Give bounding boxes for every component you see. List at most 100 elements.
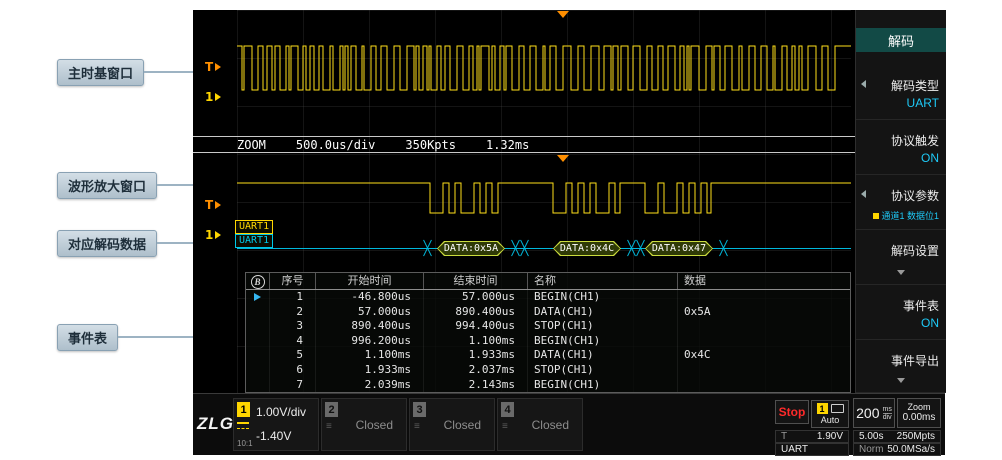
table-row[interactable]: 3 890.400us 994.400us STOP(CH1): [246, 319, 850, 334]
zoom-position-marker[interactable]: [557, 155, 569, 162]
menu-item-protocol-trigger[interactable]: 协议触发 ON: [856, 120, 946, 175]
col-start-time: 开始时间: [316, 273, 424, 289]
row-pointer-cell: [246, 290, 270, 305]
brand-text: ZLG: [197, 414, 234, 433]
bit-transition-icon: [627, 240, 636, 256]
zoom-window-waveform: [237, 176, 851, 220]
channel1-level-marker[interactable]: 1: [205, 90, 221, 104]
record-time: 5.00s: [859, 431, 883, 442]
menu-lines-icon: ≡: [502, 421, 508, 432]
menu-item-event-export[interactable]: 事件导出: [856, 340, 946, 393]
cell-end: 994.400us: [424, 319, 528, 334]
channel2-control[interactable]: 2 ≡ Closed: [321, 398, 407, 451]
zoom-readout-bar: ZOOM 500.0us/div 350Kpts 1.32ms: [193, 136, 855, 153]
callout-label: 波形放大窗口: [57, 172, 157, 199]
cell-start: 996.200us: [316, 334, 424, 349]
cell-data: [678, 290, 850, 305]
decode-frame-text: DATA:0x47: [652, 243, 706, 254]
cell-data: [678, 334, 850, 349]
cell-index: 6: [270, 363, 316, 378]
cell-start: -46.800us: [316, 290, 424, 305]
dropdown-caret-icon: [897, 270, 905, 275]
channel-number: 1: [205, 228, 213, 242]
menu-item-value: 通道1 数据位1: [873, 209, 939, 222]
timebase-value: 200: [856, 405, 879, 421]
menu-item-label: 事件导出: [891, 352, 939, 369]
table-row[interactable]: 6 1.933ms 2.037ms STOP(CH1): [246, 363, 850, 378]
run-state-text: Stop: [779, 405, 806, 419]
waveform-display: T 1 ZOOM 500.0us/div 350Kpts 1.32ms T 1: [193, 10, 855, 393]
bus-b-icon: B: [251, 275, 265, 289]
table-icon-cell: B: [246, 273, 270, 289]
channel4-control[interactable]: 4 ≡ Closed: [497, 398, 583, 451]
cell-name: STOP(CH1): [528, 363, 678, 378]
cell-start: 1.933ms: [316, 363, 424, 378]
right-arrow-icon: [215, 231, 221, 239]
channel3-control[interactable]: 3 ≡ Closed: [409, 398, 495, 451]
decode-soft-menu: 解码 解码类型 UART 协议触发 ON 协议参数 通道1 数据位1 解码设置 …: [855, 10, 946, 393]
cell-name: DATA(CH1): [528, 305, 678, 320]
table-row[interactable]: 4 996.200us 1.100ms BEGIN(CH1): [246, 334, 850, 349]
bit-transition-icon: [423, 240, 432, 256]
cell-data: 0x4C: [678, 348, 850, 363]
cell-index: 2: [270, 305, 316, 320]
zoom-value: 0.00ms: [898, 412, 940, 423]
trigger-level-readout: T 1.90V: [775, 430, 849, 443]
table-row[interactable]: 2 57.000us 890.400us DATA(CH1) 0x5A: [246, 305, 850, 320]
event-table-header: B 序号 开始时间 结束时间 名称 数据: [246, 273, 850, 290]
unit-numerator: ms: [883, 406, 892, 414]
trigger-mode: Auto: [812, 415, 848, 425]
channel1-probe-ratio: 10:1: [237, 439, 253, 448]
callout-label: 主时基窗口: [57, 59, 144, 86]
menu-lines-icon: ≡: [414, 421, 420, 432]
callout-label: 事件表: [57, 324, 118, 351]
channel4-status: Closed: [532, 418, 569, 432]
record-points: 250Mpts: [897, 431, 935, 442]
menu-item-value: ON: [921, 151, 939, 165]
zoom-position: 1.32ms: [486, 138, 529, 152]
zoom-channel1-level-marker[interactable]: 1: [205, 228, 221, 242]
cell-index: 7: [270, 378, 316, 393]
trigger-position-marker[interactable]: [557, 11, 569, 18]
cell-index: 4: [270, 334, 316, 349]
trigger-type-readout: UART: [775, 443, 849, 456]
channel2-badge: 2: [325, 402, 338, 417]
menu-item-event-table[interactable]: 事件表 ON: [856, 285, 946, 340]
bit-transition-icon: [636, 240, 645, 256]
annotated-oscilloscope-figure: 主时基窗口 波形放大窗口 对应解码数据 事件表 T 1: [0, 0, 1002, 460]
zoom-scale: 500.0us/div: [296, 138, 375, 152]
menu-item-label: 协议触发: [891, 132, 939, 149]
decode-frame: DATA:0x4C: [553, 241, 621, 256]
event-table[interactable]: B 序号 开始时间 结束时间 名称 数据 1 -46.800us 57.000u…: [245, 272, 851, 393]
trigger-source-row: 1: [812, 403, 848, 414]
trigger-level-marker[interactable]: T: [205, 60, 221, 74]
table-row[interactable]: 7 2.039ms 2.143ms BEGIN(CH1): [246, 378, 850, 393]
menu-lines-icon: ≡: [326, 421, 332, 432]
menu-item-decode-type[interactable]: 解码类型 UART: [856, 65, 946, 120]
right-arrow-icon: [215, 63, 221, 71]
zoom-trigger-level-marker[interactable]: T: [205, 198, 221, 212]
timebase-box[interactable]: 200 ms div: [853, 398, 895, 428]
cell-index: 5: [270, 348, 316, 363]
cell-end: 2.037ms: [424, 363, 528, 378]
menu-item-decode-settings[interactable]: 解码设置: [856, 230, 946, 285]
channel1-control[interactable]: 1 1.00V/div -1.40V 10:1: [233, 398, 319, 451]
zoom-offset-box[interactable]: Zoom 0.00ms: [897, 398, 941, 428]
col-index: 序号: [270, 273, 316, 289]
zoom-label: ZOOM: [237, 138, 266, 152]
cell-start: 1.100ms: [316, 348, 424, 363]
sample-rate: 50.0MSa/s: [887, 444, 935, 455]
status-bar: ZLG® 1 1.00V/div -1.40V 10:1 2 ≡ Closed …: [193, 393, 945, 455]
table-row[interactable]: 1 -46.800us 57.000us BEGIN(CH1): [246, 290, 850, 305]
decode-frame-text: DATA:0x5A: [444, 243, 498, 254]
menu-title: 解码: [856, 28, 946, 52]
uart1-decode-label: UART1: [235, 234, 273, 248]
table-row[interactable]: 5 1.100ms 1.933ms DATA(CH1) 0x4C: [246, 348, 850, 363]
run-state-indicator[interactable]: Stop: [775, 400, 809, 424]
col-name: 名称: [528, 273, 678, 289]
bit-transition-icon: [520, 240, 529, 256]
dc-coupling-icon: [237, 422, 249, 431]
trigger-source-box[interactable]: 1 Auto: [811, 400, 849, 428]
trigger-letter: T: [205, 198, 213, 212]
menu-item-protocol-params[interactable]: 协议参数 通道1 数据位1: [856, 175, 946, 230]
